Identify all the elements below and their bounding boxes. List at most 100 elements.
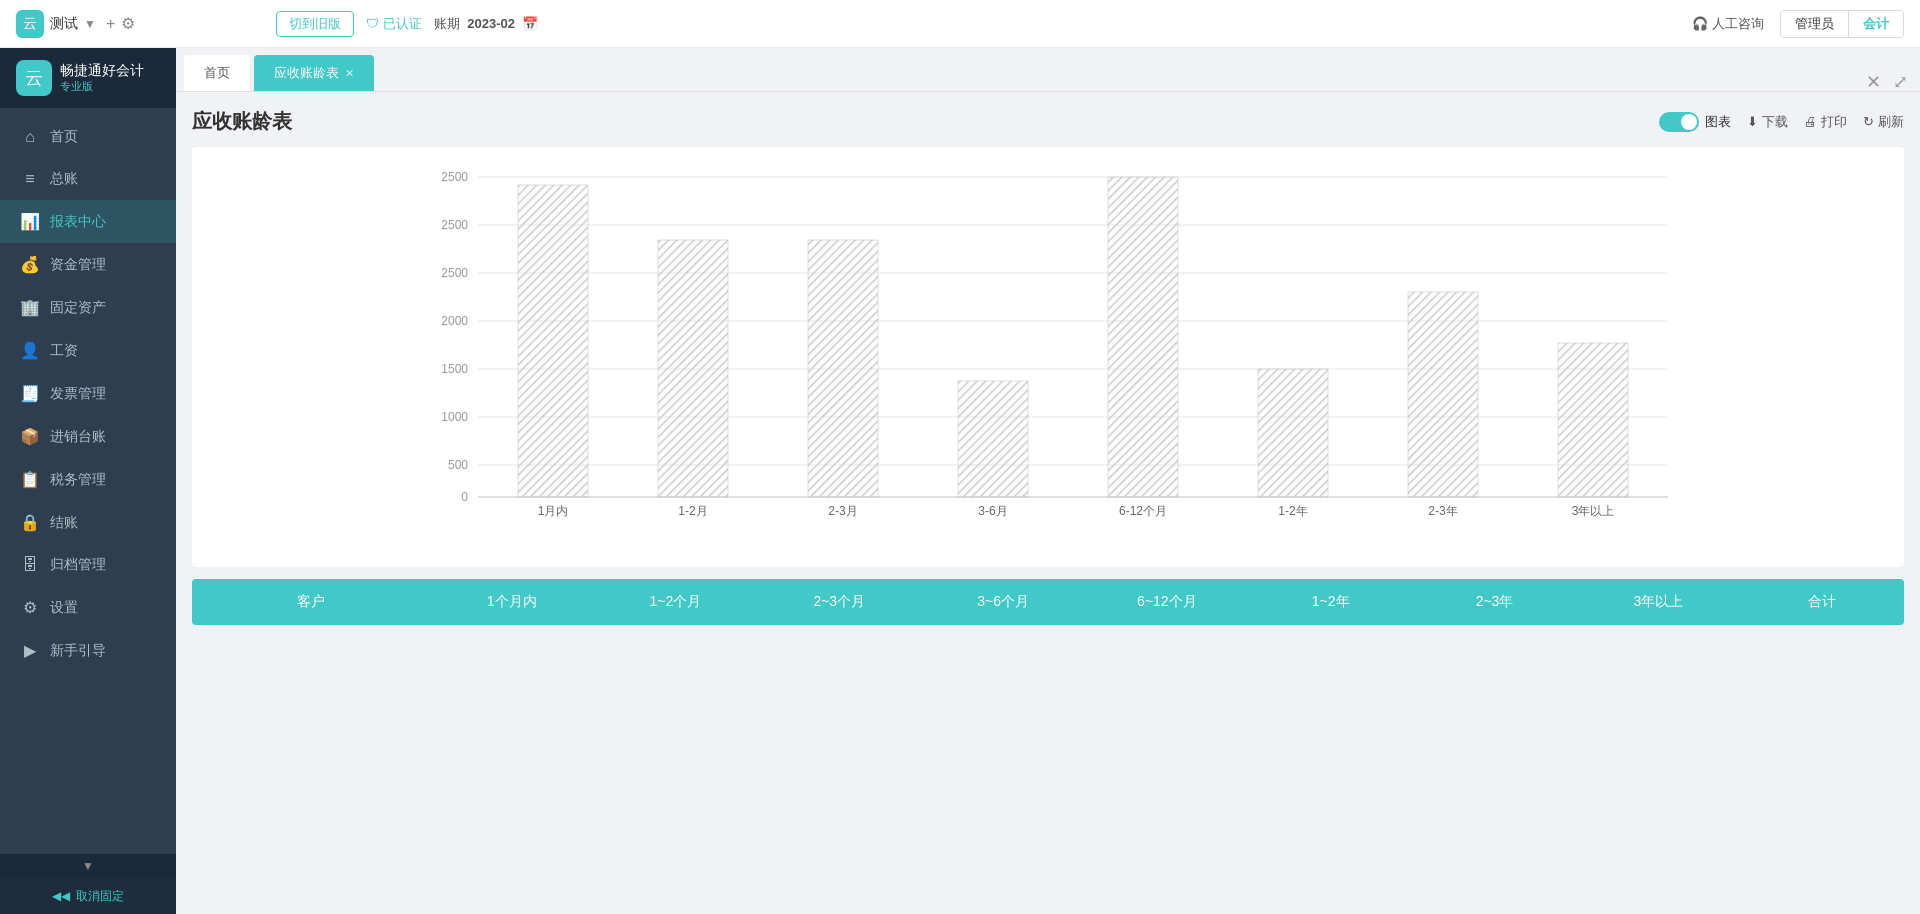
svg-text:1月内: 1月内 bbox=[538, 504, 569, 518]
sidebar-item-archive[interactable]: 🗄 归档管理 bbox=[0, 544, 176, 586]
payroll-icon: 👤 bbox=[20, 341, 40, 360]
svg-rect-24 bbox=[958, 381, 1028, 497]
col-2-3year: 2~3年 bbox=[1413, 579, 1577, 625]
svg-text:1-2年: 1-2年 bbox=[1278, 504, 1307, 518]
settings-icon: ⚙ bbox=[20, 598, 40, 617]
manager-button[interactable]: 管理员 bbox=[1781, 11, 1848, 37]
main-layout: 云 畅捷通好会计 专业版 ⌂ 首页 ≡ 总账 📊 报表中心 💰 资金管理 bbox=[0, 48, 1920, 914]
certified-badge: 🛡 已认证 bbox=[366, 15, 422, 33]
close-window-icon[interactable]: ✕ bbox=[1866, 73, 1881, 91]
closing-icon: 🔒 bbox=[20, 513, 40, 532]
ledger-icon: ≡ bbox=[20, 170, 40, 188]
svg-rect-20 bbox=[658, 240, 728, 497]
logo-icon: 云 bbox=[16, 60, 52, 96]
shield-icon: 🛡 bbox=[366, 16, 379, 31]
sidebar-item-settings[interactable]: ⚙ 设置 bbox=[0, 586, 176, 629]
sidebar-item-reports[interactable]: 📊 报表中心 bbox=[0, 200, 176, 243]
tab-close-icon[interactable]: ✕ bbox=[345, 67, 354, 80]
col-3-6month: 3~6个月 bbox=[921, 579, 1085, 625]
svg-text:2500: 2500 bbox=[441, 266, 468, 280]
col-over3year: 3年以上 bbox=[1576, 579, 1740, 625]
svg-text:0: 0 bbox=[461, 490, 468, 504]
consulting-button[interactable]: 🎧 人工咨询 bbox=[1692, 15, 1764, 33]
home-icon: ⌂ bbox=[20, 128, 40, 146]
download-button[interactable]: ⬇ 下载 bbox=[1747, 113, 1788, 131]
sidebar-item-guide[interactable]: ▶ 新手引导 bbox=[0, 629, 176, 672]
chart-container: 2500 2500 2500 2000 1500 1000 500 0 bbox=[192, 147, 1904, 567]
col-customer: 客户 bbox=[192, 579, 430, 625]
switch-old-button[interactable]: 切到旧版 bbox=[276, 11, 354, 37]
sales-icon: 📦 bbox=[20, 427, 40, 446]
tab-aging[interactable]: 应收账龄表 ✕ bbox=[254, 55, 374, 91]
company-selector[interactable]: 云 测试 ▼ + ⚙ bbox=[16, 10, 276, 38]
accountant-button[interactable]: 会计 bbox=[1848, 11, 1903, 37]
sidebar-item-payroll[interactable]: 👤 工资 bbox=[0, 329, 176, 372]
refresh-icon: ↻ bbox=[1863, 114, 1874, 129]
chart-toggle[interactable]: 图表 bbox=[1659, 112, 1731, 132]
topbar-right: 🎧 人工咨询 管理员 会计 bbox=[1692, 10, 1904, 38]
settings-icon[interactable]: ⚙ bbox=[121, 14, 135, 33]
download-icon: ⬇ bbox=[1747, 114, 1758, 129]
guide-icon: ▶ bbox=[20, 641, 40, 660]
unpin-button[interactable]: ◀◀ 取消固定 bbox=[0, 878, 176, 914]
tab-bar: 首页 应收账龄表 ✕ ✕ ⤢ bbox=[176, 48, 1920, 92]
col-1month: 1个月内 bbox=[430, 579, 594, 625]
svg-text:6-12个月: 6-12个月 bbox=[1119, 504, 1167, 518]
page-header: 应收账龄表 图表 ⬇ 下载 🖨 打印 bbox=[192, 108, 1904, 135]
sidebar-item-funds[interactable]: 💰 资金管理 bbox=[0, 243, 176, 286]
tab-home[interactable]: 首页 bbox=[184, 55, 250, 91]
svg-rect-26 bbox=[1108, 177, 1178, 497]
user-role-selector: 管理员 会计 bbox=[1780, 10, 1904, 38]
toggle-track[interactable] bbox=[1659, 112, 1699, 132]
col-6-12month: 6~12个月 bbox=[1085, 579, 1249, 625]
svg-rect-32 bbox=[1558, 343, 1628, 497]
headphone-icon: 🎧 bbox=[1692, 16, 1708, 31]
period-label: 账期 2023-02 📅 bbox=[434, 15, 538, 33]
funds-icon: 💰 bbox=[20, 255, 40, 274]
svg-text:2-3月: 2-3月 bbox=[828, 504, 857, 518]
company-name: 测试 bbox=[50, 15, 78, 33]
sidebar-item-home[interactable]: ⌂ 首页 bbox=[0, 116, 176, 158]
pin-icon: ◀◀ bbox=[52, 889, 70, 903]
refresh-button[interactable]: ↻ 刷新 bbox=[1863, 113, 1904, 131]
page-content: 应收账龄表 图表 ⬇ 下载 🖨 打印 bbox=[176, 92, 1920, 914]
expand-window-icon[interactable]: ⤢ bbox=[1893, 73, 1908, 91]
chart-label: 图表 bbox=[1705, 113, 1731, 131]
print-button[interactable]: 🖨 打印 bbox=[1804, 113, 1847, 131]
svg-rect-28 bbox=[1258, 369, 1328, 497]
topbar: 云 测试 ▼ + ⚙ 切到旧版 🛡 已认证 账期 2023-02 📅 🎧 人工咨… bbox=[0, 0, 1920, 48]
col-total: 合计 bbox=[1740, 579, 1904, 625]
company-logo: 云 bbox=[16, 10, 44, 38]
svg-text:3年以上: 3年以上 bbox=[1572, 504, 1615, 518]
page-title: 应收账龄表 bbox=[192, 108, 292, 135]
sidebar-item-invoice[interactable]: 🧾 发票管理 bbox=[0, 372, 176, 415]
col-1-2month: 1~2个月 bbox=[594, 579, 758, 625]
svg-rect-18 bbox=[518, 185, 588, 497]
sidebar-item-ledger[interactable]: ≡ 总账 bbox=[0, 158, 176, 200]
sidebar-item-sales[interactable]: 📦 进销台账 bbox=[0, 415, 176, 458]
dropdown-arrow-icon[interactable]: ▼ bbox=[84, 17, 96, 31]
svg-text:2500: 2500 bbox=[441, 170, 468, 184]
svg-text:1500: 1500 bbox=[441, 362, 468, 376]
sidebar-item-closing[interactable]: 🔒 结账 bbox=[0, 501, 176, 544]
sidebar-scroll-down[interactable]: ▼ bbox=[0, 854, 176, 878]
col-2-3month: 2~3个月 bbox=[757, 579, 921, 625]
invoice-icon: 🧾 bbox=[20, 384, 40, 403]
calendar-icon[interactable]: 📅 bbox=[522, 16, 538, 31]
tab-home-label: 首页 bbox=[204, 64, 230, 82]
add-company-icon[interactable]: + bbox=[106, 15, 115, 33]
data-table: 客户 1个月内 1~2个月 2~3个月 3~6个月 6~12个月 1~2年 2~… bbox=[192, 579, 1904, 625]
svg-rect-22 bbox=[808, 240, 878, 497]
sidebar-item-assets[interactable]: 🏢 固定资产 bbox=[0, 286, 176, 329]
svg-text:2000: 2000 bbox=[441, 314, 468, 328]
print-icon: 🖨 bbox=[1804, 114, 1817, 129]
svg-text:1-2月: 1-2月 bbox=[678, 504, 707, 518]
assets-icon: 🏢 bbox=[20, 298, 40, 317]
svg-text:2500: 2500 bbox=[441, 218, 468, 232]
content-area: 首页 应收账龄表 ✕ ✕ ⤢ 应收账龄表 bbox=[176, 48, 1920, 914]
sidebar-nav: ⌂ 首页 ≡ 总账 📊 报表中心 💰 资金管理 🏢 固定资产 👤 工资 bbox=[0, 108, 176, 854]
sidebar-item-tax[interactable]: 📋 税务管理 bbox=[0, 458, 176, 501]
table-header: 客户 1个月内 1~2个月 2~3个月 3~6个月 6~12个月 1~2年 2~… bbox=[192, 579, 1904, 625]
bar-chart: 2500 2500 2500 2000 1500 1000 500 0 bbox=[216, 167, 1880, 537]
tax-icon: 📋 bbox=[20, 470, 40, 489]
